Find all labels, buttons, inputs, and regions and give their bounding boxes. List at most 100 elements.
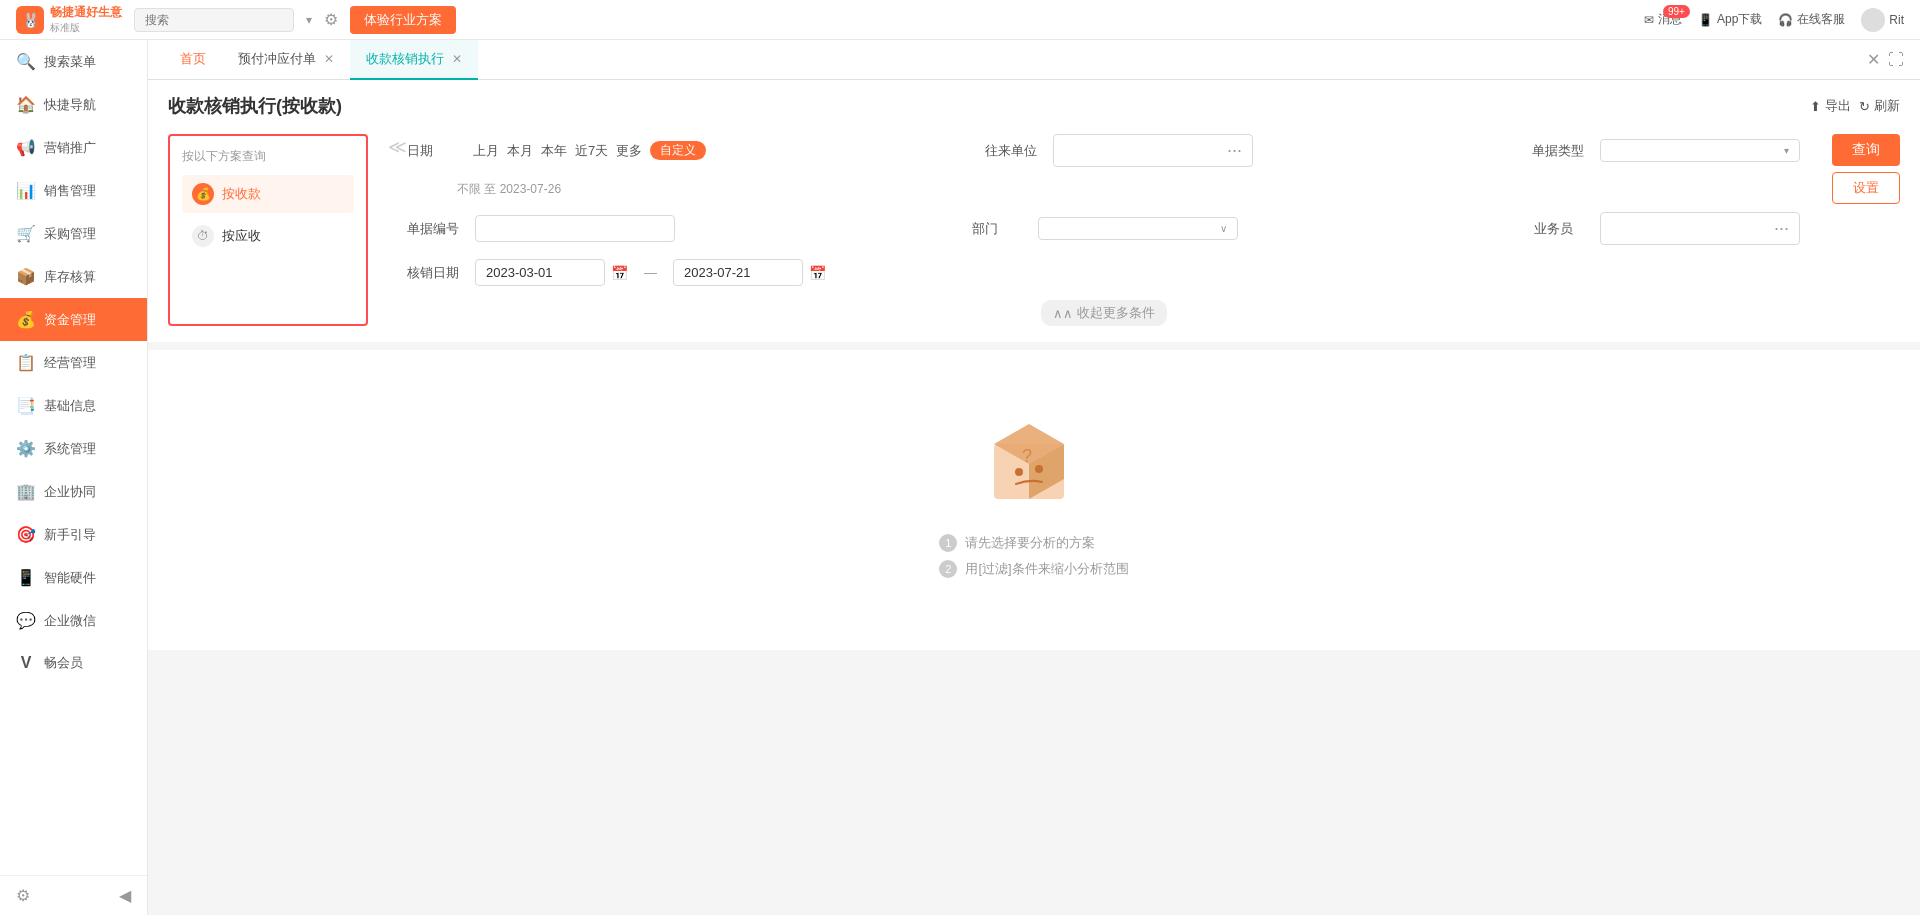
search-input[interactable] bbox=[134, 8, 294, 32]
verify-date-to-input[interactable] bbox=[673, 259, 803, 286]
user-name: Rit bbox=[1889, 13, 1904, 27]
date-custom-tag[interactable]: 自定义 bbox=[650, 141, 706, 160]
sidebar-item-quick-nav[interactable]: 🏠 快捷导航 bbox=[0, 83, 147, 126]
system-icon: ⚙️ bbox=[16, 439, 36, 458]
sidebar-label-member: 畅会员 bbox=[44, 654, 83, 672]
settings-icon[interactable]: ⚙ bbox=[324, 10, 338, 29]
date-separator: — bbox=[644, 265, 657, 280]
close-receipt-icon[interactable]: ✕ bbox=[452, 52, 462, 66]
sidebar-item-enterprise[interactable]: 🏢 企业协同 bbox=[0, 470, 147, 513]
sidebar-item-system[interactable]: ⚙️ 系统管理 bbox=[0, 427, 147, 470]
step-1-num: 1 bbox=[939, 534, 957, 552]
fullscreen-icon[interactable]: ⛶ bbox=[1888, 51, 1904, 69]
sidebar-label-operations: 经营管理 bbox=[44, 354, 96, 372]
sales-icon: 📊 bbox=[16, 181, 36, 200]
sidebar: 🔍 搜索菜单 🏠 快捷导航 📢 营销推广 📊 销售管理 🛒 采购管理 📦 库存核… bbox=[0, 40, 148, 915]
tab-prepay[interactable]: 预付冲应付单 ✕ bbox=[222, 40, 350, 80]
empty-state: ? 1 请先选择要分析的方案 2 用[过滤]条件来缩小分析范围 bbox=[148, 350, 1920, 650]
tab-home-label: 首页 bbox=[180, 50, 206, 68]
empty-illustration: ? bbox=[974, 414, 1094, 514]
main-content: 首页 预付冲应付单 ✕ 收款核销执行 ✕ ✕ ⛶ 收款核销执行(按收款) ⬆ 导… bbox=[148, 40, 1920, 915]
main-layout: 🔍 搜索菜单 🏠 快捷导航 📢 营销推广 📊 销售管理 🛒 采购管理 📦 库存核… bbox=[0, 40, 1920, 915]
partner-select[interactable]: ··· bbox=[1053, 134, 1253, 167]
sidebar-item-purchase[interactable]: 🛒 采购管理 bbox=[0, 212, 147, 255]
sidebar-label-inventory: 库存核算 bbox=[44, 268, 96, 286]
tab-receipt-label: 收款核销执行 bbox=[366, 50, 444, 68]
sidebar-label-finance: 资金管理 bbox=[44, 311, 96, 329]
tab-prepay-label: 预付冲应付单 bbox=[238, 50, 316, 68]
collapse-filter-icon[interactable]: ≪ bbox=[388, 136, 407, 158]
empty-step-2: 2 用[过滤]条件来缩小分析范围 bbox=[939, 560, 1128, 578]
content-area: 按以下方案查询 💰 按收款 ⏱ 按应收 ≪ bbox=[148, 118, 1920, 915]
doc-no-label: 单据编号 bbox=[407, 220, 459, 238]
sidebar-item-search-menu[interactable]: 🔍 搜索菜单 bbox=[0, 40, 147, 83]
sidebar-item-wechat[interactable]: 💬 企业微信 bbox=[0, 599, 147, 642]
solution-button[interactable]: 体验行业方案 bbox=[350, 6, 456, 34]
message-badge: 99+ bbox=[1663, 5, 1690, 18]
payable-option-label: 按应收 bbox=[222, 227, 261, 245]
member-icon: V bbox=[16, 654, 36, 672]
filter-settings-button[interactable]: 设置 bbox=[1832, 172, 1900, 204]
shortcut-last-month[interactable]: 上月 bbox=[473, 142, 499, 160]
app-download-item[interactable]: 📱 App下载 bbox=[1698, 11, 1762, 28]
cal-from-icon[interactable]: 📅 bbox=[611, 265, 628, 281]
settings-bottom-icon[interactable]: ⚙ bbox=[16, 886, 30, 905]
shortcut-more[interactable]: 更多 bbox=[616, 142, 642, 160]
guide-icon: 🎯 bbox=[16, 525, 36, 544]
app-name: 畅捷通好生意 bbox=[50, 4, 122, 21]
page-title: 收款核销执行(按收款) bbox=[168, 94, 342, 118]
verify-date-from-input[interactable] bbox=[475, 259, 605, 286]
app-logo: 🐰 畅捷通好生意 标准版 bbox=[16, 4, 122, 35]
sidebar-item-smart-hw[interactable]: 📱 智能硬件 bbox=[0, 556, 147, 599]
filter-left: 按以下方案查询 💰 按收款 ⏱ 按应收 bbox=[168, 134, 368, 326]
sidebar-item-basic-info[interactable]: 📑 基础信息 bbox=[0, 384, 147, 427]
tab-home[interactable]: 首页 bbox=[164, 40, 222, 80]
staff-label: 业务员 bbox=[1534, 220, 1584, 238]
refresh-icon: ↻ bbox=[1859, 99, 1870, 114]
headset-icon: 🎧 bbox=[1778, 13, 1793, 27]
enterprise-icon: 🏢 bbox=[16, 482, 36, 501]
doc-no-input[interactable] bbox=[475, 215, 675, 242]
dept-arrow-icon: ∨ bbox=[1220, 223, 1227, 234]
sidebar-item-operations[interactable]: 📋 经营管理 bbox=[0, 341, 147, 384]
collapse-more-button[interactable]: ∧∧ 收起更多条件 bbox=[1041, 300, 1167, 326]
shortcut-7days[interactable]: 近7天 bbox=[575, 142, 608, 160]
staff-more-icon[interactable]: ··· bbox=[1774, 218, 1789, 239]
close-tab-icon[interactable]: ✕ bbox=[1867, 50, 1880, 69]
dept-label: 部门 bbox=[972, 220, 1022, 238]
sidebar-item-member[interactable]: V 畅会员 bbox=[0, 642, 147, 684]
partner-more-icon[interactable]: ··· bbox=[1227, 140, 1242, 161]
refresh-button[interactable]: ↻ 刷新 bbox=[1859, 97, 1900, 115]
cal-to-icon[interactable]: 📅 bbox=[809, 265, 826, 281]
sidebar-label-quick: 快捷导航 bbox=[44, 96, 96, 114]
sidebar-item-marketing[interactable]: 📢 营销推广 bbox=[0, 126, 147, 169]
sidebar-item-sales[interactable]: 📊 销售管理 bbox=[0, 169, 147, 212]
filter-left-title: 按以下方案查询 bbox=[182, 148, 354, 165]
doc-type-select[interactable]: ▾ bbox=[1600, 139, 1800, 162]
search-chevron-icon[interactable]: ▾ bbox=[306, 13, 312, 27]
message-item[interactable]: ✉ 消息 99+ bbox=[1644, 11, 1682, 28]
export-label: 导出 bbox=[1825, 97, 1851, 115]
filter-option-by-receipt[interactable]: 💰 按收款 bbox=[182, 175, 354, 213]
app-sub: 标准版 bbox=[50, 21, 122, 35]
collapse-sidebar-icon[interactable]: ◀ bbox=[119, 886, 131, 905]
sidebar-label-enterprise: 企业协同 bbox=[44, 483, 96, 501]
avatar bbox=[1861, 8, 1885, 32]
sidebar-item-inventory[interactable]: 📦 库存核算 bbox=[0, 255, 147, 298]
close-prepay-icon[interactable]: ✕ bbox=[324, 52, 334, 66]
user-item[interactable]: Rit bbox=[1861, 8, 1904, 32]
sidebar-item-finance[interactable]: 💰 资金管理 bbox=[0, 298, 147, 341]
export-button[interactable]: ⬆ 导出 bbox=[1810, 97, 1851, 115]
shortcut-this-month[interactable]: 本月 bbox=[507, 142, 533, 160]
tab-bar-actions: ✕ ⛶ bbox=[1867, 50, 1904, 69]
export-icon: ⬆ bbox=[1810, 99, 1821, 114]
inventory-icon: 📦 bbox=[16, 267, 36, 286]
filter-option-by-payable[interactable]: ⏱ 按应收 bbox=[182, 217, 354, 255]
sidebar-item-guide[interactable]: 🎯 新手引导 bbox=[0, 513, 147, 556]
online-service-item[interactable]: 🎧 在线客服 bbox=[1778, 11, 1845, 28]
query-button[interactable]: 查询 bbox=[1832, 134, 1900, 166]
dept-select[interactable]: ∨ bbox=[1038, 217, 1238, 240]
shortcut-this-year[interactable]: 本年 bbox=[541, 142, 567, 160]
staff-select[interactable]: ··· bbox=[1600, 212, 1800, 245]
tab-receipt-verify[interactable]: 收款核销执行 ✕ bbox=[350, 40, 478, 80]
